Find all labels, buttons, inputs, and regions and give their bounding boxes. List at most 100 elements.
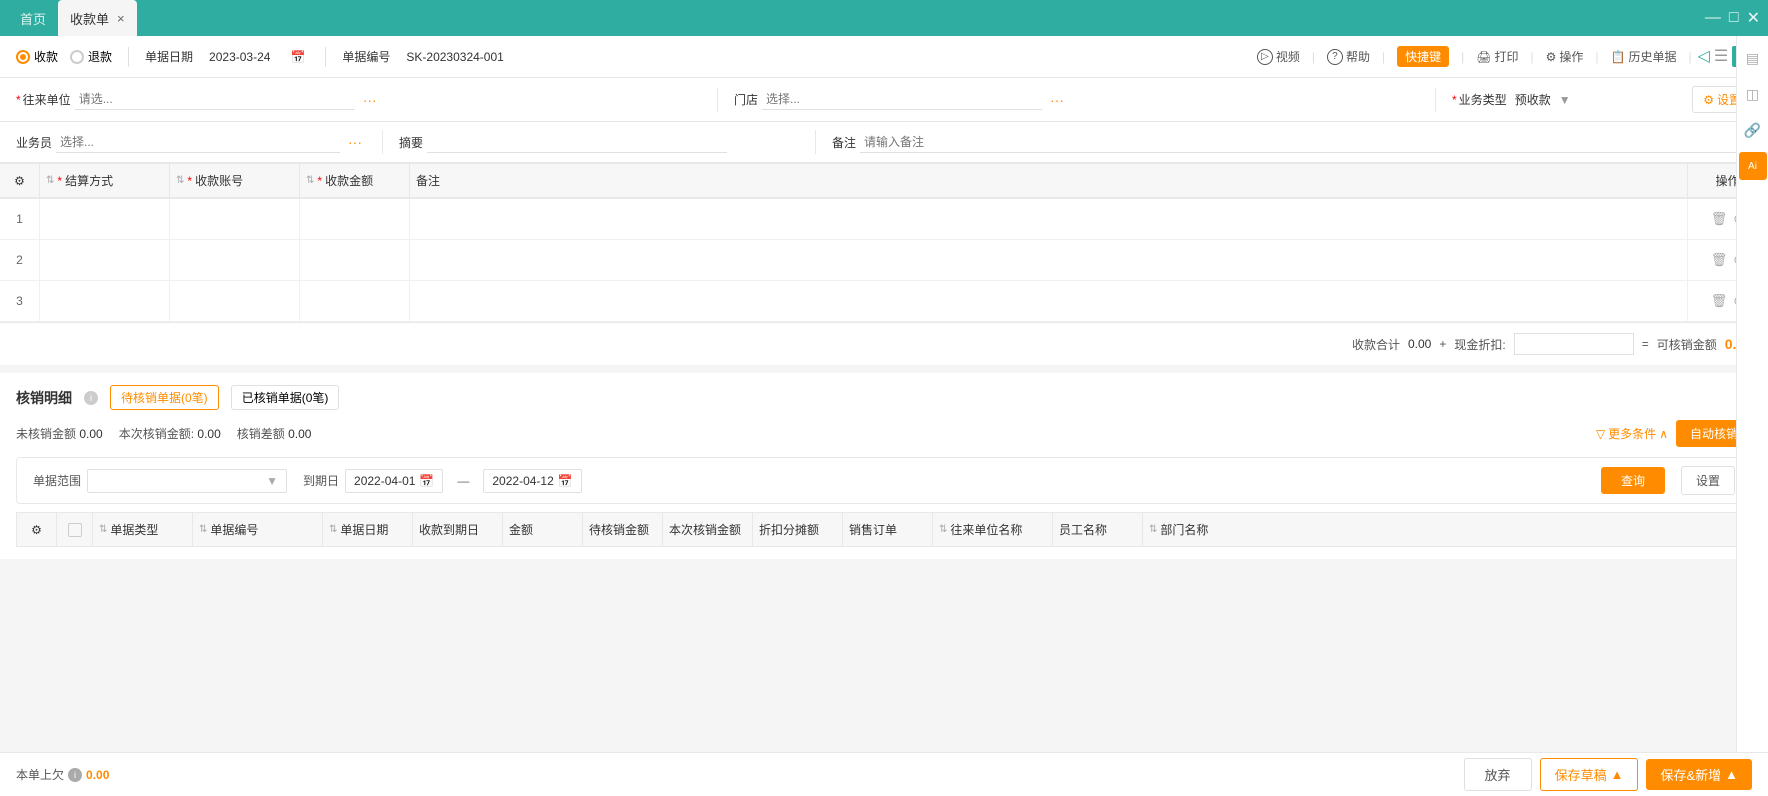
vth-settings[interactable]: ⚙ xyxy=(17,513,57,546)
row2-settle[interactable] xyxy=(40,240,170,280)
radio-receive[interactable]: 收款 xyxy=(16,48,58,65)
summary-group: 摘要 xyxy=(399,132,799,153)
row3-remark[interactable] xyxy=(410,281,1688,321)
store-input[interactable] xyxy=(762,89,1042,110)
vth-type-sort[interactable]: ⇅ xyxy=(99,524,107,535)
nav-home[interactable]: 首页 xyxy=(8,0,58,36)
bottom-info-icon[interactable]: i xyxy=(68,768,82,782)
calendar-start-icon: 📅 xyxy=(419,474,434,488)
row3-settle[interactable] xyxy=(40,281,170,321)
due-start-date[interactable]: 2022-04-01 📅 xyxy=(345,469,443,493)
summary-label: 摘要 xyxy=(399,134,423,151)
calendar-end-icon: 📅 xyxy=(558,474,573,488)
th-amount-sort[interactable]: ⇅ xyxy=(306,175,314,186)
nav-tab-label: 收款单 xyxy=(70,9,109,28)
vth-amount: 金额 xyxy=(503,513,583,546)
tab-pending[interactable]: 待核销单据(0笔) xyxy=(110,385,219,410)
history-icon: 📋 xyxy=(1611,50,1626,64)
remark-input[interactable] xyxy=(860,132,1752,153)
row2-delete-icon[interactable]: 🗑 xyxy=(1711,252,1728,268)
row2-remark[interactable] xyxy=(410,240,1688,280)
due-end-date[interactable]: 2022-04-12 📅 xyxy=(483,469,581,493)
vth-date-sort[interactable]: ⇅ xyxy=(329,524,337,535)
save-new-label: 保存&新增 xyxy=(1660,765,1721,784)
store-group: 门店 ··· xyxy=(734,89,1419,110)
prev-value: 0.00 xyxy=(86,768,109,782)
toolbar-help[interactable]: ? 帮助 xyxy=(1321,46,1376,67)
business-dropdown-arrow[interactable]: ▼ xyxy=(1559,93,1571,107)
vth-check[interactable] xyxy=(57,513,93,546)
staff-input[interactable] xyxy=(56,132,340,153)
row2-account[interactable] xyxy=(170,240,300,280)
row3-delete-icon[interactable]: 🗑 xyxy=(1711,293,1728,309)
draft-arrow-icon: ▲ xyxy=(1611,767,1624,782)
partner-more-icon[interactable]: ··· xyxy=(359,92,381,108)
row3-account[interactable] xyxy=(170,281,300,321)
range-label: 单据范围 xyxy=(33,472,81,489)
divider-3 xyxy=(717,88,718,112)
save-draft-button[interactable]: 保存草稿 ▲ xyxy=(1540,758,1639,791)
staff-group: 业务员 ··· xyxy=(16,132,366,153)
nav-tab-close[interactable]: × xyxy=(117,11,125,26)
th-settle-sort[interactable]: ⇅ xyxy=(46,175,54,186)
verify-settings-btn[interactable]: 设置 xyxy=(1681,466,1735,495)
table-settings-icon[interactable]: ⚙ xyxy=(0,164,40,197)
verify-info-icon[interactable]: i xyxy=(84,391,98,405)
vth-thistime: 本次核销金额 xyxy=(663,513,753,546)
query-button[interactable]: 查询 xyxy=(1601,467,1665,494)
vth-partner: ⇅ 往来单位名称 xyxy=(933,513,1053,546)
select-all-checkbox[interactable] xyxy=(68,523,82,537)
vth-billno-sort[interactable]: ⇅ xyxy=(199,524,207,535)
vth-pending: 待核销金额 xyxy=(583,513,663,546)
row2-amount[interactable] xyxy=(300,240,410,280)
remark-label: 备注 xyxy=(832,134,856,151)
layout-grid-icon[interactable]: ☰ xyxy=(1714,46,1728,67)
row3-amount[interactable] xyxy=(300,281,410,321)
store-more-icon[interactable]: ··· xyxy=(1046,92,1068,108)
divider-5 xyxy=(382,130,383,154)
row1-amount[interactable] xyxy=(300,199,410,239)
discount-input[interactable] xyxy=(1514,333,1634,355)
radio-dot-refund xyxy=(70,50,84,64)
date-value: 2023-03-24 xyxy=(209,50,270,64)
nav-tab-receipt[interactable]: 收款单 × xyxy=(58,0,137,36)
toolbar-ops[interactable]: ⚙ 操作 xyxy=(1540,46,1590,67)
calendar-icon-date[interactable]: 📅 xyxy=(290,50,305,64)
th-account-sort[interactable]: ⇅ xyxy=(176,175,184,186)
partner-input[interactable] xyxy=(75,89,355,110)
tab-pending-count: (0笔) xyxy=(181,391,208,405)
staff-more-icon[interactable]: ··· xyxy=(344,134,366,150)
save-draft-label: 保存草稿 xyxy=(1555,765,1607,784)
abandon-button[interactable]: 放弃 xyxy=(1464,758,1532,791)
layout-left-icon[interactable]: ◁ xyxy=(1698,46,1710,67)
row1-remark[interactable] xyxy=(410,199,1688,239)
shortcut-badge: 快捷键 xyxy=(1397,46,1449,67)
tab-done[interactable]: 已核销单据(0笔) xyxy=(231,385,340,410)
summary-input[interactable] xyxy=(427,132,727,153)
sidebar-link-icon[interactable]: 🔗 xyxy=(1739,116,1767,144)
window-close-icon[interactable]: ✕ xyxy=(1747,8,1760,28)
ops-icon: ⚙ xyxy=(1546,50,1557,64)
vth-billno: ⇅ 单据编号 xyxy=(193,513,323,546)
radio-refund[interactable]: 退款 xyxy=(70,48,112,65)
sidebar-table-icon[interactable]: ▤ xyxy=(1739,44,1767,72)
save-new-button[interactable]: 保存&新增 ▲ xyxy=(1646,759,1752,790)
toolbar-print[interactable]: 🖨 打印 xyxy=(1470,46,1524,67)
row1-delete-icon[interactable]: 🗑 xyxy=(1711,211,1728,227)
toolbar-shortcut[interactable]: 快捷键 xyxy=(1391,44,1455,69)
verify-section: 核销明细 i 待核销单据(0笔) 已核销单据(0笔) 未核销金额 0.00 本次… xyxy=(0,373,1768,559)
vth-date: ⇅ 单据日期 xyxy=(323,513,413,546)
toolbar-history[interactable]: 📋 历史单据 xyxy=(1605,46,1683,67)
vth-partner-sort[interactable]: ⇅ xyxy=(939,524,947,535)
range-select[interactable]: ▼ xyxy=(87,469,287,493)
row1-settle[interactable] xyxy=(40,199,170,239)
vth-dept-sort[interactable]: ⇅ xyxy=(1149,524,1157,535)
sidebar-ai-icon[interactable]: Ai xyxy=(1739,152,1767,180)
sidebar-panel-icon[interactable]: ◫ xyxy=(1739,80,1767,108)
due-end-value: 2022-04-12 xyxy=(492,474,553,488)
window-minimize-icon[interactable]: — xyxy=(1705,9,1721,27)
toolbar-video[interactable]: ▷ 视频 xyxy=(1251,46,1306,67)
more-conditions-btn[interactable]: ▽ 更多条件 ∧ xyxy=(1596,425,1668,442)
window-maximize-icon[interactable]: □ xyxy=(1729,9,1739,27)
row1-account[interactable] xyxy=(170,199,300,239)
